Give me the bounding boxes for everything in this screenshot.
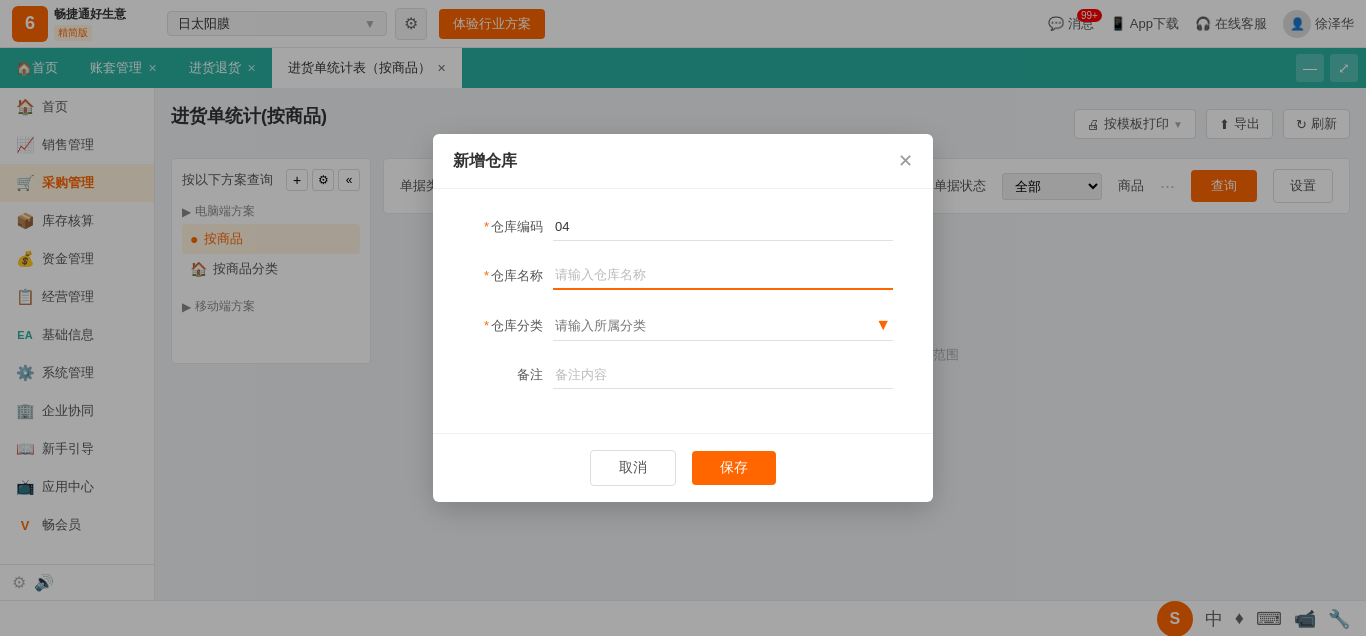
warehouse-name-input[interactable] bbox=[553, 261, 893, 290]
modal-title: 新增仓库 bbox=[453, 151, 517, 172]
category-input[interactable] bbox=[555, 318, 875, 333]
save-button[interactable]: 保存 bbox=[692, 451, 776, 485]
warehouse-category-select[interactable]: ▼ bbox=[553, 310, 893, 341]
warehouse-category-row: 仓库分类 ▼ bbox=[473, 310, 893, 341]
warehouse-code-row: 仓库编码 bbox=[473, 213, 893, 241]
modal-body: 仓库编码 仓库名称 仓库分类 ▼ 备注 bbox=[433, 189, 933, 433]
warehouse-code-input[interactable] bbox=[553, 213, 893, 241]
modal-close-button[interactable]: ✕ bbox=[898, 150, 913, 172]
add-warehouse-modal: 新增仓库 ✕ 仓库编码 仓库名称 仓库分类 ▼ 备注 取消 保存 bbox=[433, 134, 933, 502]
cancel-button[interactable]: 取消 bbox=[590, 450, 676, 486]
warehouse-note-row: 备注 bbox=[473, 361, 893, 389]
warehouse-note-label: 备注 bbox=[473, 366, 553, 384]
modal-header: 新增仓库 ✕ bbox=[433, 134, 933, 189]
warehouse-code-label: 仓库编码 bbox=[473, 218, 553, 236]
modal-footer: 取消 保存 bbox=[433, 433, 933, 502]
warehouse-note-input[interactable] bbox=[553, 361, 893, 389]
category-dropdown-icon[interactable]: ▼ bbox=[875, 316, 891, 334]
warehouse-name-row: 仓库名称 bbox=[473, 261, 893, 290]
warehouse-category-label: 仓库分类 bbox=[473, 317, 553, 335]
warehouse-name-label: 仓库名称 bbox=[473, 267, 553, 285]
